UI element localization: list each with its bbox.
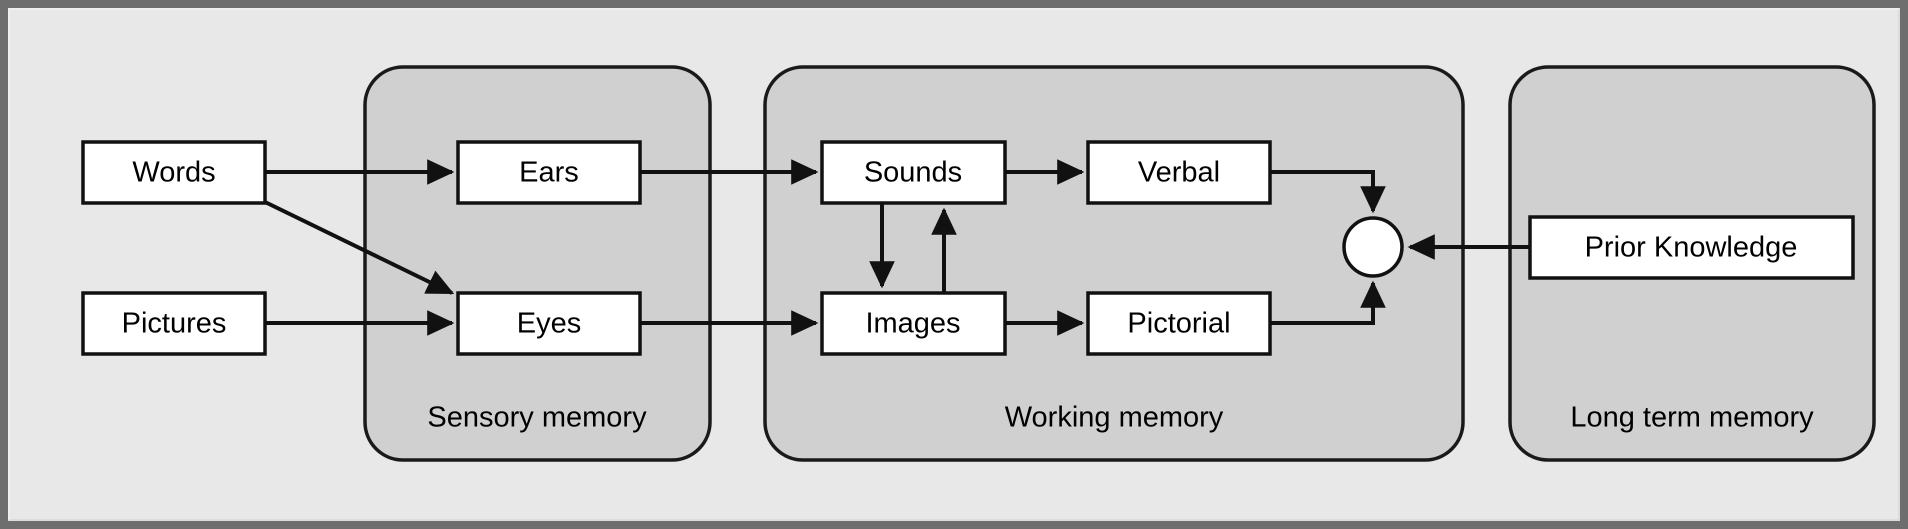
diagram-canvas: Sensory memory Working memory Long term … — [0, 0, 1908, 529]
node-pictorial[interactable]: Pictorial — [1086, 291, 1272, 356]
node-prior-knowledge[interactable]: Prior Knowledge — [1528, 215, 1855, 280]
group-sensory-memory: Sensory memory — [363, 65, 712, 462]
node-verbal[interactable]: Verbal — [1086, 140, 1272, 205]
ears-label: Ears — [519, 157, 579, 189]
words-label: Words — [132, 157, 215, 189]
eyes-label: Eyes — [517, 308, 581, 340]
verbal-label: Verbal — [1138, 157, 1220, 189]
images-label: Images — [865, 308, 960, 340]
node-ears[interactable]: Ears — [456, 140, 642, 205]
prior-knowledge-label: Prior Knowledge — [1585, 232, 1798, 264]
pictorial-label: Pictorial — [1127, 308, 1230, 340]
working-memory-label: Working memory — [1005, 402, 1224, 434]
integration-junction-node[interactable] — [1342, 216, 1404, 278]
node-pictures[interactable]: Pictures — [81, 291, 267, 356]
long-term-memory-label: Long term memory — [1570, 402, 1814, 434]
sensory-memory-label: Sensory memory — [427, 402, 647, 434]
node-images[interactable]: Images — [820, 291, 1007, 356]
diagram-svg: Sensory memory Working memory Long term … — [81, 65, 1876, 462]
node-eyes[interactable]: Eyes — [456, 291, 642, 356]
node-words[interactable]: Words — [81, 140, 267, 205]
pictures-label: Pictures — [122, 308, 227, 340]
sounds-label: Sounds — [864, 157, 962, 189]
node-sounds[interactable]: Sounds — [820, 140, 1007, 205]
